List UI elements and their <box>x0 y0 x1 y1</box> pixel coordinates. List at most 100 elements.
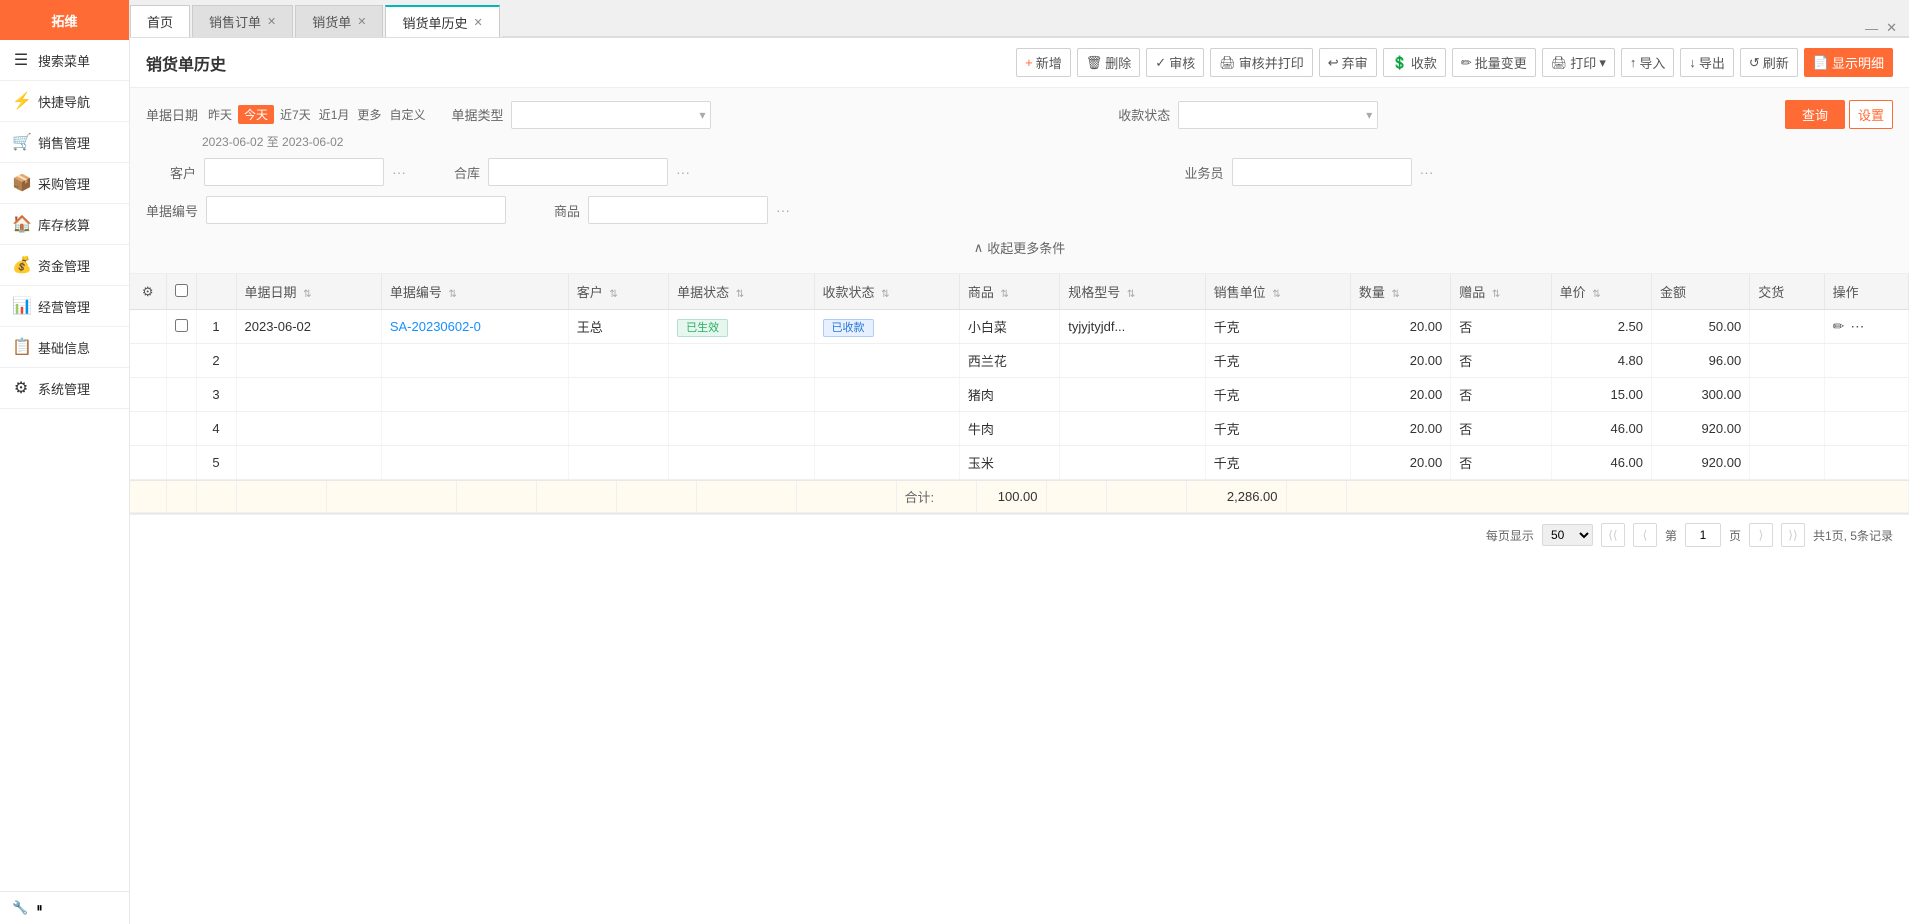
sidebar-item-purchase-mgmt[interactable]: 📦 采购管理 <box>0 163 129 204</box>
minimize-btn[interactable]: — <box>1865 21 1878 36</box>
settings-icon[interactable]: 🔧 <box>12 900 28 916</box>
row-goods-1: 西兰花 <box>959 344 1059 378</box>
salesperson-picker-icon[interactable]: ··· <box>1420 164 1434 180</box>
warehouse-picker-icon[interactable]: ··· <box>676 164 690 180</box>
data-table: ⚙ 单据日期 ⇅ 单据编号 ⇅ <box>130 274 1909 480</box>
collect-button[interactable]: 💲 收款 <box>1383 48 1446 77</box>
add-button[interactable]: + 新增 <box>1016 48 1071 77</box>
tab-sales-order[interactable]: 销售订单 ✕ <box>192 5 293 37</box>
edit-icon-0[interactable]: ✏ <box>1833 318 1845 335</box>
shortcut-yesterday[interactable]: 昨天 <box>206 106 234 123</box>
import-button[interactable]: ↑ 导入 <box>1621 48 1675 77</box>
row-qty-3: 20.00 <box>1350 412 1450 446</box>
warehouse-label: 合库 <box>430 163 480 182</box>
audit-button[interactable]: ✓ 审核 <box>1146 48 1204 77</box>
warehouse-input[interactable] <box>488 158 668 186</box>
refresh-button[interactable]: ↺ 刷新 <box>1740 48 1798 77</box>
doc-type-input[interactable] <box>511 101 711 129</box>
goods-input[interactable] <box>588 196 768 224</box>
settings-button[interactable]: 设置 <box>1849 100 1893 129</box>
collect-status-input[interactable] <box>1178 101 1378 129</box>
search-menu-icon: ☰ <box>12 50 30 70</box>
batch-change-button[interactable]: ✏ 批量变更 <box>1452 48 1536 77</box>
sort-icon-unit: ⇅ <box>1272 289 1280 300</box>
tab-close-delivery-history[interactable]: ✕ <box>474 16 483 29</box>
col-header-customer[interactable]: 客户 ⇅ <box>568 274 668 310</box>
tab-delivery[interactable]: 销货单 ✕ <box>295 5 383 37</box>
row-gift-1: 否 <box>1451 344 1551 378</box>
system-mgmt-icon: ⚙ <box>12 378 30 398</box>
col-header-doc-date[interactable]: 单据日期 ⇅ <box>236 274 381 310</box>
export-button[interactable]: ↓ 导出 <box>1680 48 1734 77</box>
col-header-spec[interactable]: 规格型号 ⇅ <box>1060 274 1205 310</box>
row-goods-4: 玉米 <box>959 446 1059 480</box>
more-icon-0[interactable]: ⋯ <box>1850 318 1864 335</box>
last-page-btn[interactable]: ⟩⟩ <box>1781 523 1805 547</box>
customer-input[interactable] <box>204 158 384 186</box>
table-row: 5 玉米 千克 20.00 否 46.00 920.00 <box>130 446 1909 480</box>
query-button[interactable]: 查询 <box>1785 100 1845 129</box>
row-amount-2: 300.00 <box>1652 378 1750 412</box>
sidebar-item-quick-nav[interactable]: ⚡ 快捷导航 <box>0 81 129 122</box>
total-amount: 2,286.00 <box>1227 489 1278 504</box>
table-row: 2 西兰花 千克 20.00 否 4.80 96.00 <box>130 344 1909 378</box>
row-cb-1 <box>166 344 196 378</box>
tab-home[interactable]: 首页 <box>130 5 190 37</box>
tab-close-sales-order[interactable]: ✕ <box>267 15 276 28</box>
audit-print-button[interactable]: 🖨 审核并打印 <box>1210 48 1313 77</box>
batch-change-icon: ✏ <box>1461 55 1472 71</box>
goods-picker-icon[interactable]: ··· <box>776 202 790 218</box>
discard-button[interactable]: ↩ 弃审 <box>1319 48 1377 77</box>
first-page-btn[interactable]: ⟨⟨ <box>1601 523 1625 547</box>
salesperson-input[interactable] <box>1232 158 1412 186</box>
close-btn[interactable]: ✕ <box>1886 20 1897 36</box>
prev-page-btn[interactable]: ⟨ <box>1633 523 1657 547</box>
page-input[interactable] <box>1685 523 1721 547</box>
shortcut-today[interactable]: 今天 <box>238 105 274 124</box>
col-header-qty[interactable]: 数量 ⇅ <box>1350 274 1450 310</box>
col-header-gift[interactable]: 赠品 ⇅ <box>1451 274 1551 310</box>
select-all-checkbox[interactable] <box>175 284 188 297</box>
sidebar-item-finance-mgmt[interactable]: 💰 资金管理 <box>0 245 129 286</box>
doc-no-input[interactable] <box>206 196 506 224</box>
sidebar-item-sales-mgmt[interactable]: 🛒 销售管理 <box>0 122 129 163</box>
row-doc-date-2 <box>236 378 381 412</box>
shortcut-more[interactable]: 更多 <box>355 106 383 123</box>
row-customer-3 <box>568 412 668 446</box>
row-checkbox-0[interactable] <box>175 319 188 332</box>
sidebar-item-inventory-calc[interactable]: 🏠 库存核算 <box>0 204 129 245</box>
shortcut-custom[interactable]: 自定义 <box>387 106 427 123</box>
tab-delivery-history[interactable]: 销货单历史 ✕ <box>385 5 499 37</box>
col-header-doc-no[interactable]: 单据编号 ⇅ <box>381 274 568 310</box>
col-header-doc-status[interactable]: 单据状态 ⇅ <box>669 274 814 310</box>
col-header-collect-status[interactable]: 收款状态 ⇅ <box>814 274 959 310</box>
pause-icon[interactable]: ⏸ <box>36 900 43 916</box>
row-setting-3 <box>130 412 166 446</box>
table-header-row: ⚙ 单据日期 ⇅ 单据编号 ⇅ <box>130 274 1909 310</box>
col-header-unit[interactable]: 销售单位 ⇅ <box>1205 274 1350 310</box>
audit-print-icon: 🖨 <box>1219 55 1236 71</box>
col-header-goods[interactable]: 商品 ⇅ <box>959 274 1059 310</box>
customer-label: 客户 <box>146 163 196 182</box>
sidebar-item-basic-info[interactable]: 📋 基础信息 <box>0 327 129 368</box>
tab-close-delivery[interactable]: ✕ <box>357 15 366 28</box>
sort-icon-doc-no: ⇅ <box>448 289 456 300</box>
customer-picker-icon[interactable]: ··· <box>392 164 406 180</box>
next-page-btn[interactable]: ⟩ <box>1749 523 1773 547</box>
delete-button[interactable]: 🗑 删除 <box>1077 48 1141 77</box>
doc-no-label: 单据编号 <box>146 201 198 220</box>
row-gift-4: 否 <box>1451 446 1551 480</box>
sidebar-item-operation-mgmt[interactable]: 📊 经营管理 <box>0 286 129 327</box>
shortcut-1month[interactable]: 近1月 <box>317 106 352 123</box>
col-header-price[interactable]: 单价 ⇅ <box>1551 274 1651 310</box>
collapse-filter[interactable]: ∧ 收起更多条件 <box>146 234 1893 261</box>
sidebar-item-search-menu[interactable]: ☰ 搜索菜单 <box>0 40 129 81</box>
sidebar-item-system-mgmt[interactable]: ⚙ 系统管理 <box>0 368 129 409</box>
show-details-button[interactable]: 📄 显示明细 <box>1804 48 1893 77</box>
doc-no-link-0[interactable]: SA-20230602-0 <box>390 319 481 334</box>
print-button[interactable]: 🖨 打印 ▾ <box>1542 48 1615 77</box>
toolbar: + 新增 🗑 删除 ✓ 审核 🖨 审核并打印 ↩ 弃审 <box>1016 48 1893 77</box>
per-page-select[interactable]: 50 100 200 <box>1542 524 1593 546</box>
shortcut-7days[interactable]: 近7天 <box>278 106 313 123</box>
col-header-setting[interactable]: ⚙ <box>130 274 166 310</box>
